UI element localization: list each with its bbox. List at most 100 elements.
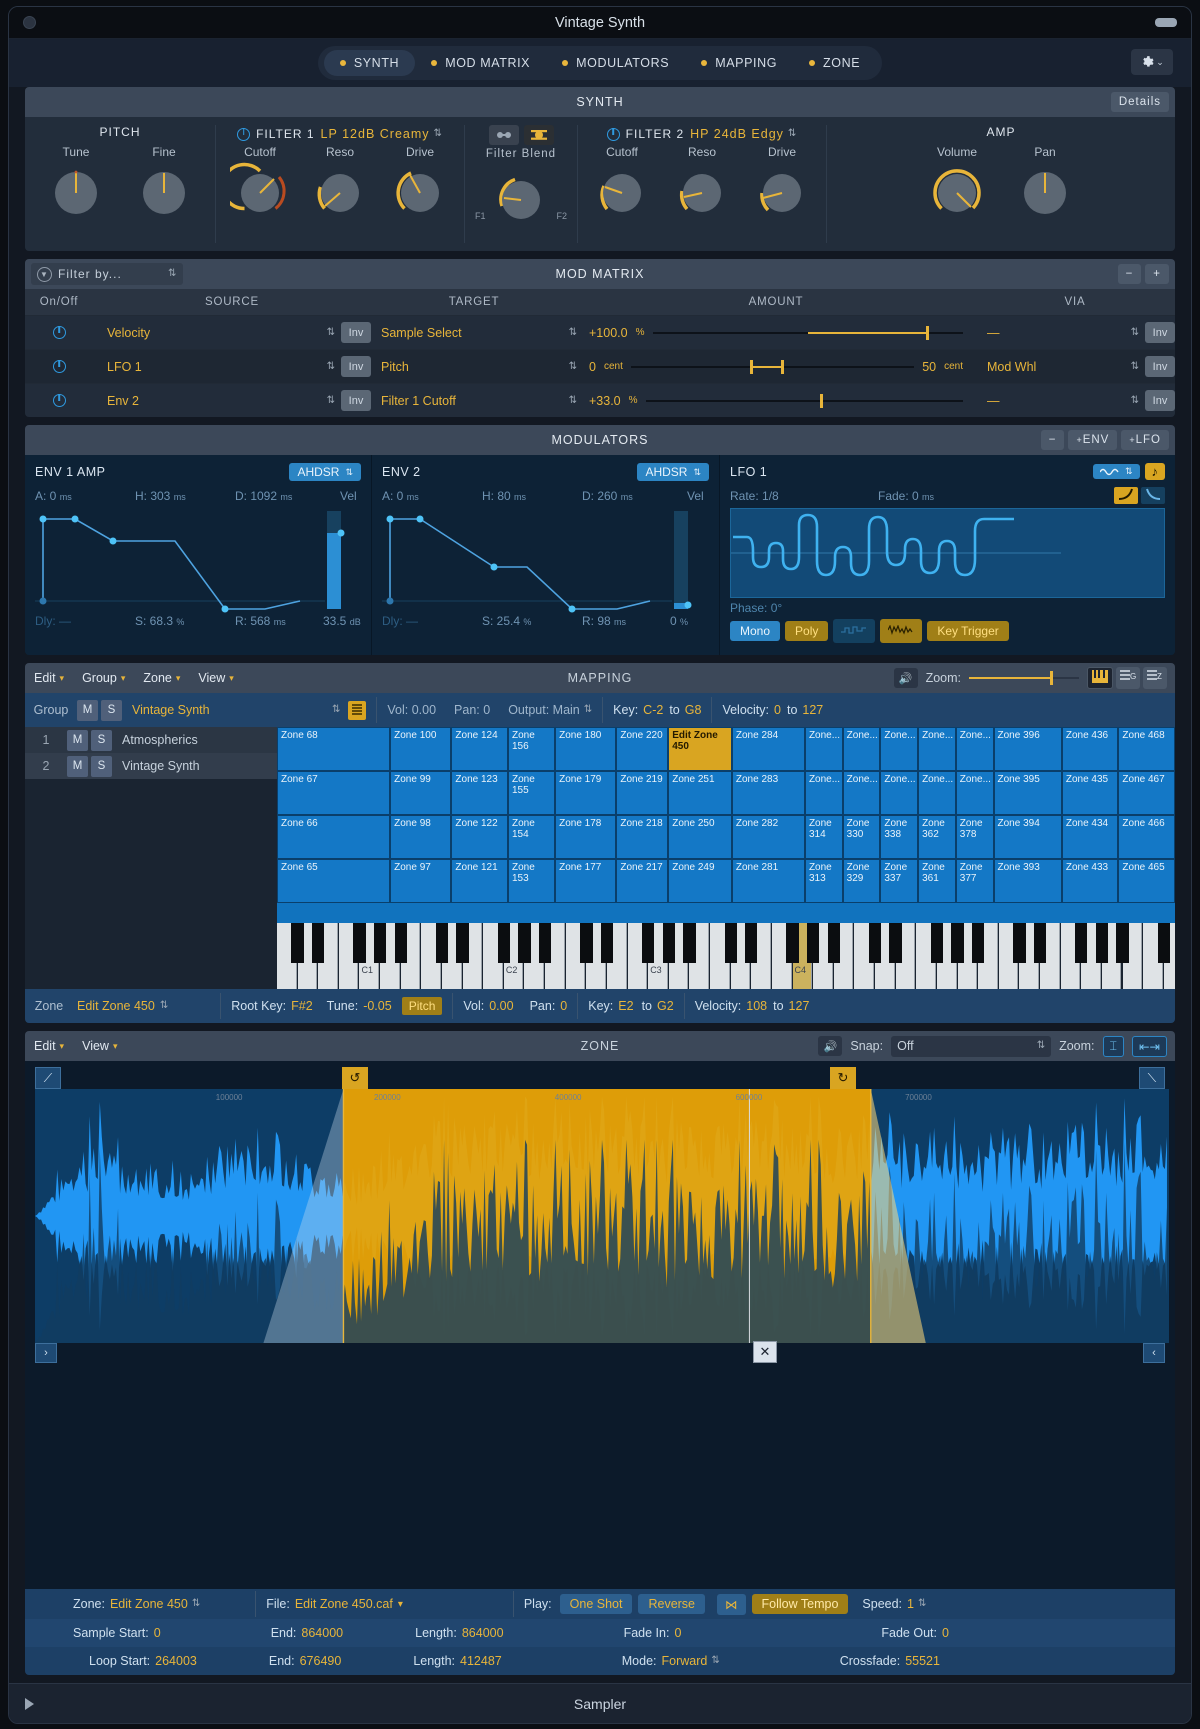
- stepper-icon[interactable]: ⇅: [327, 328, 335, 338]
- remove-mod-row-button[interactable]: −: [1118, 264, 1142, 284]
- zone-cell[interactable]: Zone 435: [1062, 771, 1119, 815]
- black-key[interactable]: [869, 923, 881, 963]
- play-icon[interactable]: [25, 1698, 34, 1710]
- env1-decay[interactable]: D: 1092 ms: [235, 489, 340, 503]
- filter1-mode-select[interactable]: LP 12dB Creamy ⇅: [321, 127, 443, 141]
- stepper-icon[interactable]: ⇅: [1131, 396, 1139, 406]
- lfo1-ramp-down-button[interactable]: [1141, 487, 1165, 504]
- zone-cell[interactable]: Zone 377: [956, 859, 994, 903]
- stepper-icon[interactable]: ⇅: [711, 1656, 719, 1666]
- env1-attack[interactable]: A: 0 ms: [35, 489, 135, 503]
- knob-filter2-reso[interactable]: Reso: [663, 145, 741, 221]
- zone-cell[interactable]: Zone 467: [1118, 771, 1175, 815]
- group-solo-button[interactable]: S: [101, 700, 122, 721]
- scroll-right-button[interactable]: ‹: [1143, 1343, 1165, 1363]
- tab-mod-matrix[interactable]: MOD MATRIX: [415, 50, 546, 76]
- zone-cell[interactable]: Zone 465: [1118, 859, 1175, 903]
- zone-cell[interactable]: Zone 65: [277, 859, 390, 903]
- zone-cell[interactable]: Zone 338: [880, 815, 918, 859]
- stepper-icon[interactable]: ⇅: [327, 362, 335, 372]
- black-key[interactable]: [601, 923, 613, 963]
- speaker-icon[interactable]: 🔊: [818, 1036, 842, 1056]
- knob-filter2-drive[interactable]: Drive: [743, 145, 821, 221]
- zone-cell[interactable]: Zone 217: [616, 859, 668, 903]
- env1-delay[interactable]: Dly: —: [35, 614, 135, 628]
- crossfade-value[interactable]: 55521: [905, 1654, 940, 1668]
- lfo1-fade[interactable]: Fade: 0 ms: [878, 489, 1114, 503]
- crossfade-close-icon[interactable]: ✕: [753, 1341, 777, 1363]
- stepper-icon[interactable]: ⇅: [1131, 328, 1139, 338]
- zone-cell[interactable]: Zone 179: [555, 771, 616, 815]
- tune-value[interactable]: -0.05: [363, 999, 392, 1013]
- zone-cell[interactable]: Zone...: [805, 771, 843, 815]
- piano-keys[interactable]: C1C2C3C4: [277, 923, 1175, 989]
- amount-slider[interactable]: [653, 326, 964, 340]
- stepper-icon[interactable]: ⇅: [327, 396, 335, 406]
- knob-dial[interactable]: [672, 161, 732, 221]
- lfo1-key-trigger-button[interactable]: Key Trigger: [927, 621, 1008, 641]
- keyboard-view-icon[interactable]: [1087, 667, 1113, 689]
- zone-cell[interactable]: Zone 468: [1118, 727, 1175, 771]
- via-invert-button[interactable]: Inv: [1145, 356, 1175, 377]
- amount-slider[interactable]: [646, 394, 963, 408]
- lfo1-phase[interactable]: Phase: 0°: [730, 601, 1165, 615]
- group-name[interactable]: Vintage Synth: [122, 759, 200, 773]
- snap-select[interactable]: Off ⇅: [891, 1036, 1051, 1057]
- black-key[interactable]: [807, 923, 819, 963]
- zone-cell[interactable]: Zone 251: [668, 771, 732, 815]
- knob-dial[interactable]: [927, 161, 987, 221]
- knob-filter1-drive[interactable]: Drive: [381, 145, 459, 221]
- zone-cell[interactable]: Zone 281: [732, 859, 805, 903]
- zoom-horizontal-icon[interactable]: ⇤⇥: [1132, 1036, 1167, 1057]
- black-key[interactable]: [374, 923, 386, 963]
- via-invert-button[interactable]: Inv: [1145, 322, 1175, 343]
- zone-cell[interactable]: Zone 68: [277, 727, 390, 771]
- env2-delay[interactable]: Dly: —: [382, 614, 482, 628]
- zone-cell[interactable]: Zone 97: [390, 859, 451, 903]
- via-invert-button[interactable]: Inv: [1145, 390, 1175, 411]
- zone-cell[interactable]: Zone 153: [508, 859, 555, 903]
- window-close-icon[interactable]: [23, 16, 36, 29]
- lfo1-sample-hold-button[interactable]: [833, 619, 875, 643]
- loop-length-value[interactable]: 412487: [460, 1654, 502, 1668]
- window-resize-icon[interactable]: [1155, 18, 1177, 27]
- knob-pan[interactable]: Pan: [1006, 145, 1084, 221]
- env2-hold[interactable]: H: 80 ms: [482, 489, 582, 503]
- black-key[interactable]: [828, 923, 840, 963]
- zone-cell[interactable]: Zone 394: [994, 815, 1062, 859]
- speed-value[interactable]: 1: [907, 1597, 914, 1611]
- group-list-toggle-icon[interactable]: [348, 701, 366, 720]
- zone-vel-high[interactable]: 127: [789, 999, 810, 1013]
- black-key[interactable]: [889, 923, 901, 963]
- filter-parallel-button[interactable]: [524, 125, 554, 145]
- group-solo-button[interactable]: S: [91, 756, 112, 777]
- waveform-display[interactable]: 100000200000400000600000700000: [35, 1089, 1165, 1343]
- zone-cell[interactable]: Zone 124: [451, 727, 508, 771]
- details-button[interactable]: Details: [1111, 92, 1169, 112]
- zone-key-low[interactable]: E2: [618, 999, 633, 1013]
- black-key[interactable]: [1034, 923, 1046, 963]
- lfo1-mono-button[interactable]: Mono: [730, 621, 780, 641]
- group-row[interactable]: 1 M S Atmospherics: [25, 727, 277, 753]
- lfo1-waveform-display[interactable]: [730, 508, 1165, 598]
- zone-cell[interactable]: Zone 218: [616, 815, 668, 859]
- source-select[interactable]: Velocity: [107, 326, 321, 340]
- black-key[interactable]: [683, 923, 695, 963]
- add-env-button[interactable]: +ENV: [1068, 430, 1117, 450]
- env2-sustain[interactable]: S: 25.4 %: [482, 614, 582, 628]
- keyboard[interactable]: C1C2C3C4: [25, 923, 1175, 989]
- knob-dial[interactable]: [310, 161, 370, 221]
- zone-cell[interactable]: Zone 466: [1118, 815, 1175, 859]
- zone-cell[interactable]: Zone 66: [277, 815, 390, 859]
- black-key[interactable]: [931, 923, 943, 963]
- black-key[interactable]: [353, 923, 365, 963]
- lfo1-waveform-select[interactable]: ⇅: [1093, 464, 1140, 479]
- stepper-icon[interactable]: ⇅: [1131, 362, 1139, 372]
- env2-mode-select[interactable]: AHDSR ⇅: [637, 463, 709, 481]
- env1-vel-value[interactable]: 33.5 dB: [323, 614, 361, 628]
- black-key[interactable]: [1013, 923, 1025, 963]
- target-select[interactable]: Sample Select: [381, 326, 563, 340]
- knob-filter2-cutoff[interactable]: Cutoff: [583, 145, 661, 221]
- zone-cell[interactable]: Zone 434: [1062, 815, 1119, 859]
- group-key-low[interactable]: C-2: [643, 703, 663, 717]
